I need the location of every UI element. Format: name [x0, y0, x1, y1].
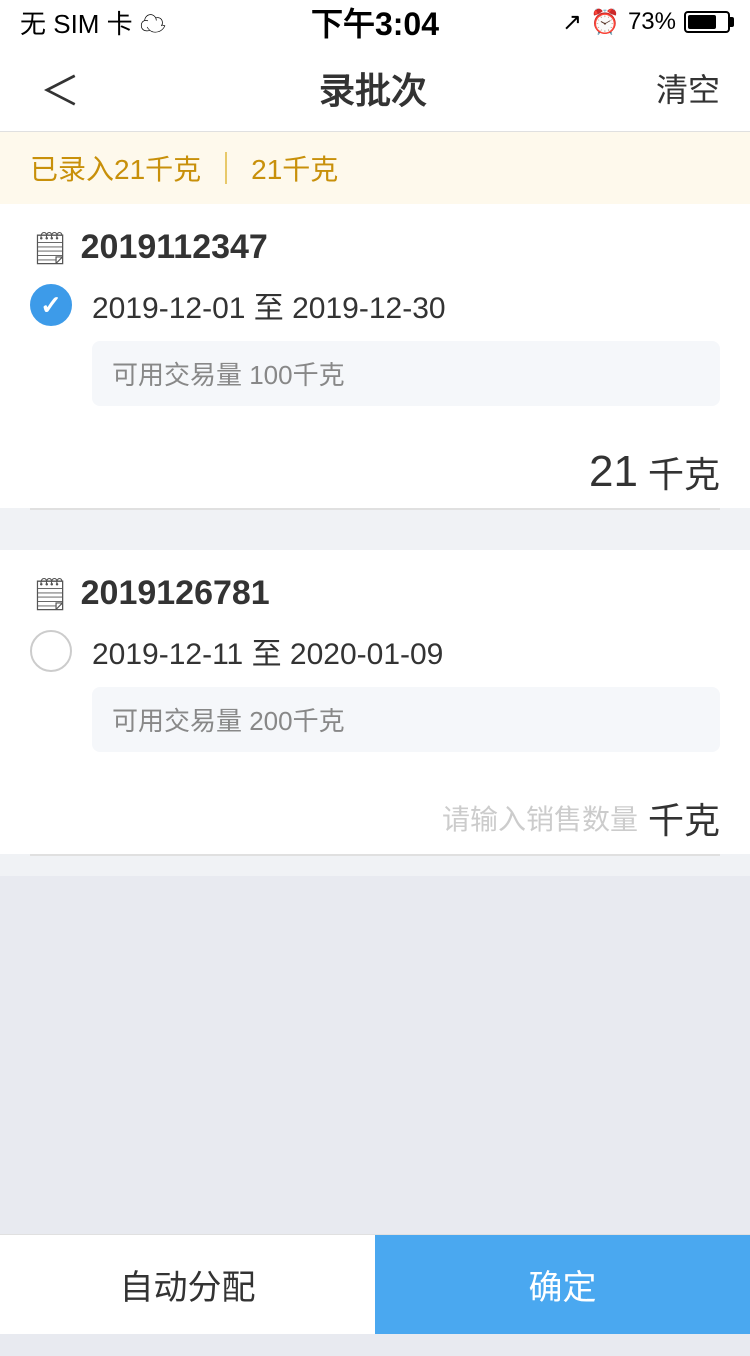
- auto-distribute-button[interactable]: 自动分配: [0, 1235, 375, 1334]
- batch1-amount-row: 千克: [0, 426, 750, 508]
- confirm-button[interactable]: 确定: [375, 1235, 750, 1334]
- batch2-input-placeholder: 请输入销售数量: [442, 798, 638, 838]
- bottom-bar: 自动分配 确定: [0, 1234, 750, 1334]
- batch1-date: 2019-12-01 至 2019-12-30: [92, 283, 446, 327]
- batch1-row: 2019-12-01 至 2019-12-30: [30, 283, 720, 327]
- batch1-available: 可用交易量 100千克: [92, 341, 720, 406]
- batch1-radio[interactable]: [30, 284, 72, 326]
- batch2-header: 🗒 2019126781: [30, 574, 720, 613]
- status-right: ↗ ⏰ 73%: [562, 8, 730, 37]
- batch2-number: 2019126781: [81, 574, 270, 613]
- batch2-unit: 千克: [648, 792, 720, 844]
- batch2-date: 2019-12-11 至 2020-01-09: [92, 629, 443, 673]
- batch2-input-row: 请输入销售数量 千克: [0, 772, 750, 854]
- summary-divider: [225, 152, 227, 184]
- page-title: 录批次: [319, 62, 427, 114]
- alarm-icon: ⏰: [590, 8, 620, 37]
- status-bar: 无 SIM 卡 ☁ 下午3:04 ↗ ⏰ 73%: [0, 0, 750, 44]
- summary-banner: 已录入21千克 21千克: [0, 132, 750, 204]
- batch-card-2: 🗒 2019126781 2019-12-11 至 2020-01-09 可用交…: [0, 550, 750, 772]
- batch1-number: 2019112347: [81, 228, 268, 267]
- status-time: 下午3:04: [311, 0, 439, 45]
- batch1-unit: 千克: [648, 446, 720, 498]
- batch2-available: 可用交易量 200千克: [92, 687, 720, 752]
- batch-card-1: 🗒 2019112347 2019-12-01 至 2019-12-30 可用交…: [0, 204, 750, 426]
- status-left: 无 SIM 卡 ☁: [20, 4, 166, 41]
- back-button[interactable]: ＜: [30, 49, 90, 127]
- nav-bar: ＜ 录批次 清空: [0, 44, 750, 132]
- battery-icon: [684, 11, 730, 33]
- batch2-bottom-line: [30, 854, 720, 856]
- summary-total: 21千克: [251, 148, 338, 188]
- battery-percent: 73%: [628, 8, 676, 36]
- summary-recorded: 已录入21千克: [30, 148, 201, 188]
- location-icon: ↗: [562, 8, 582, 37]
- section-separator-1: [0, 530, 750, 550]
- batch1-doc-icon: 🗒: [30, 229, 71, 267]
- batch1-header: 🗒 2019112347: [30, 228, 720, 267]
- batch1-bottom-line: [30, 508, 720, 510]
- batch1-amount-input[interactable]: [438, 447, 638, 497]
- batch2-row: 2019-12-11 至 2020-01-09: [30, 629, 720, 673]
- batch2-radio[interactable]: [30, 630, 72, 672]
- clear-button[interactable]: 清空: [656, 65, 720, 111]
- no-sim-label: 无 SIM 卡 ☁: [20, 4, 166, 41]
- batch2-doc-icon: 🗒: [30, 575, 71, 613]
